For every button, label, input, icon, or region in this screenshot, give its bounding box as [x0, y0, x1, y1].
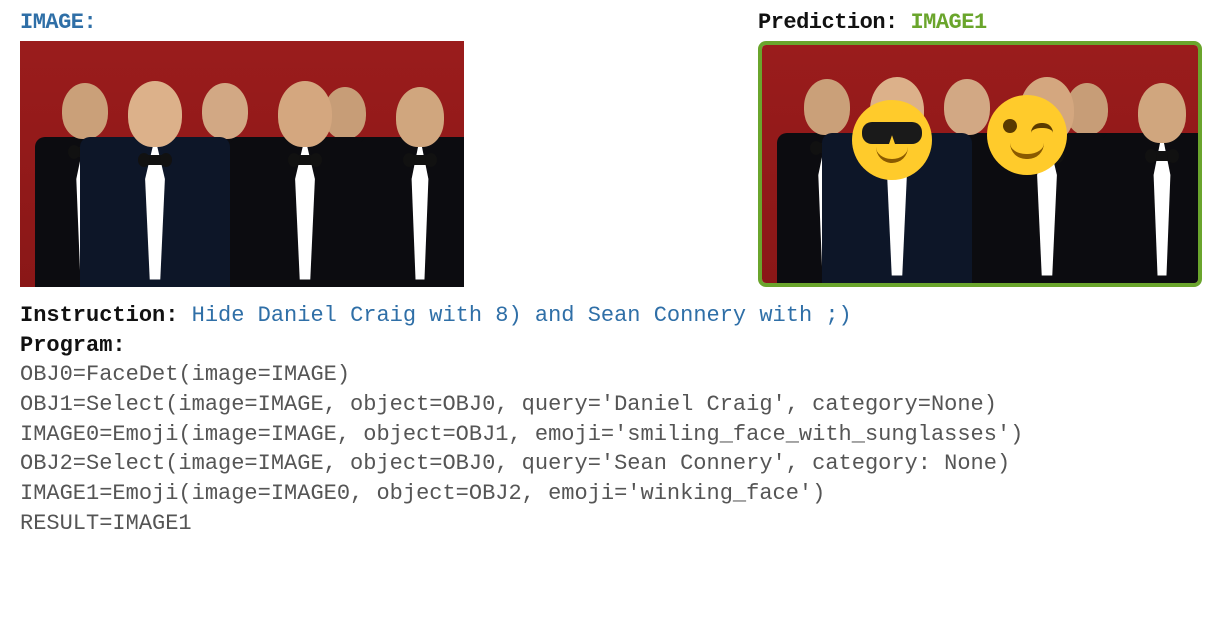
figure-top-row: IMAGE: [20, 10, 1202, 287]
prediction-label: Prediction: [758, 10, 910, 35]
program-line-1: OBJ1=Select(image=IMAGE, object=OBJ0, qu… [20, 390, 1202, 420]
program-line-0: OBJ0=FaceDet(image=IMAGE) [20, 360, 1202, 390]
program-line-4: IMAGE1=Emoji(image=IMAGE0, object=OBJ2, … [20, 479, 1202, 509]
program-line-5: RESULT=IMAGE1 [20, 509, 1202, 539]
program-line-3: OBJ2=Select(image=IMAGE, object=OBJ0, qu… [20, 449, 1202, 479]
prediction-image-column: Prediction: IMAGE1 [758, 10, 1202, 287]
program-line-2: IMAGE0=Emoji(image=IMAGE, object=OBJ1, e… [20, 420, 1202, 450]
input-image [20, 41, 464, 287]
instruction-line: Instruction: Hide Daniel Craig with 8) a… [20, 301, 1202, 331]
program-label: Program: [20, 333, 126, 358]
program-label-line: Program: [20, 331, 1202, 361]
instruction-label: Instruction: [20, 303, 192, 328]
image-label: IMAGE: [20, 10, 96, 35]
figure-text-block: Instruction: Hide Daniel Craig with 8) a… [20, 301, 1202, 539]
sunglasses-emoji-icon [852, 100, 932, 180]
prediction-value: IMAGE1 [910, 10, 986, 35]
prediction-image-illustration [762, 45, 1198, 283]
input-image-column: IMAGE: [20, 10, 464, 287]
wink-emoji-icon [987, 95, 1067, 175]
input-image-illustration [20, 41, 464, 287]
prediction-label-row: Prediction: IMAGE1 [758, 10, 1202, 35]
instruction-text: Hide Daniel Craig with 8) and Sean Conne… [192, 303, 852, 328]
image-label-row: IMAGE: [20, 10, 464, 35]
prediction-image [758, 41, 1202, 287]
